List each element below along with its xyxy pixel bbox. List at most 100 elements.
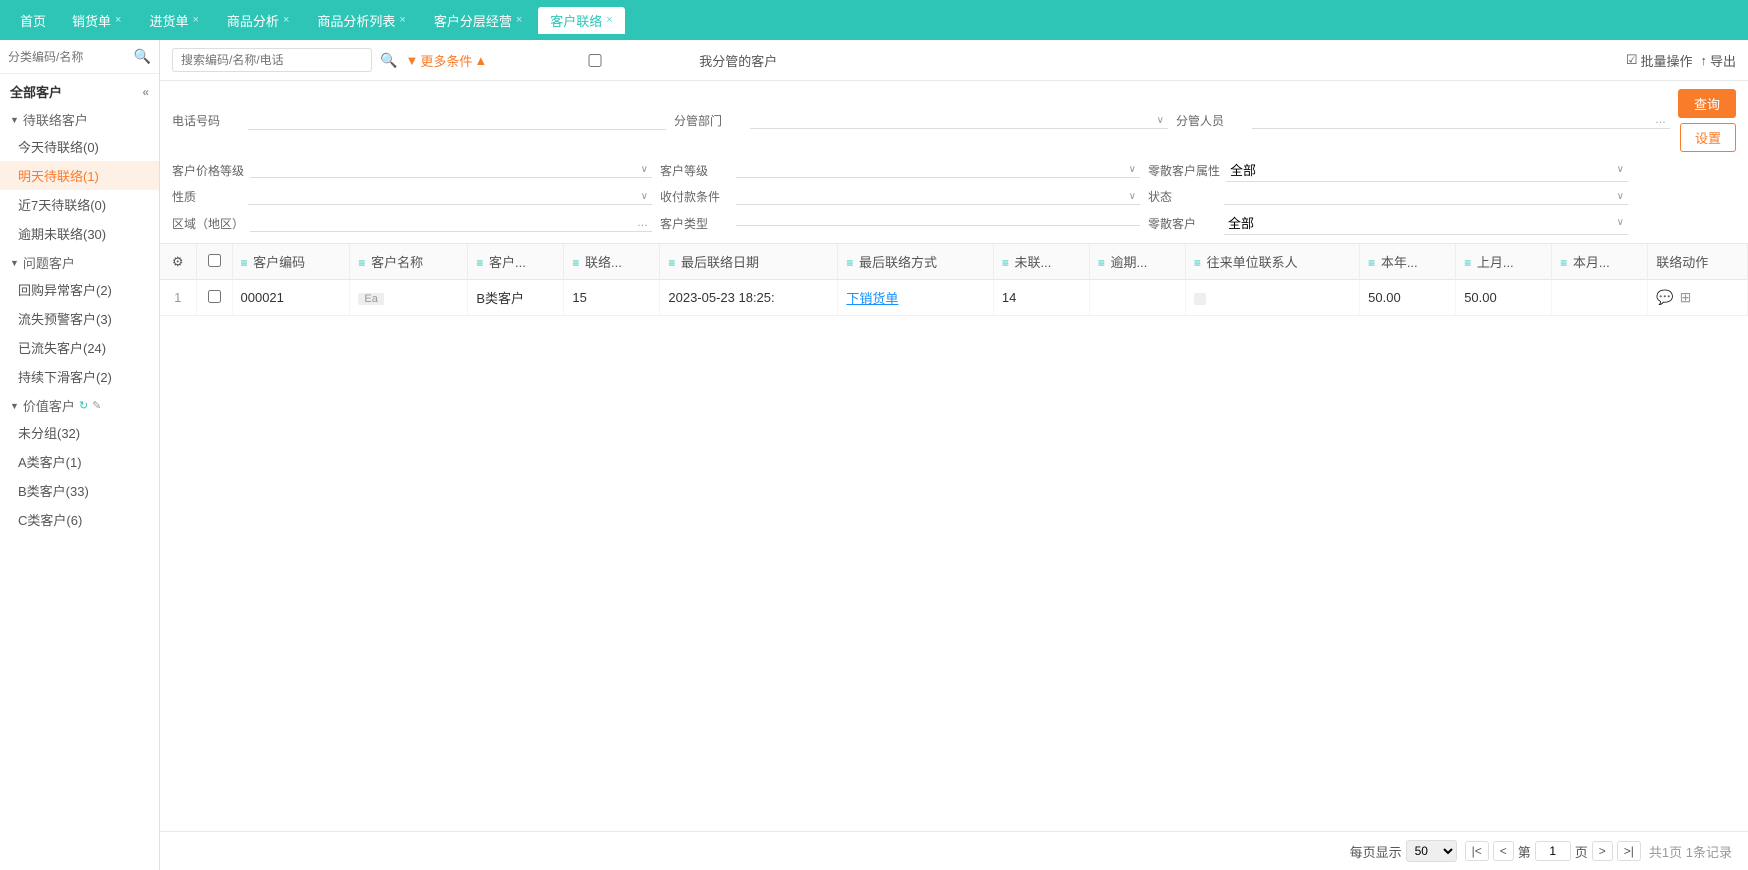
chevron-down-icon: ∨: [1617, 164, 1624, 175]
more-icon: …: [1655, 114, 1666, 126]
group-pending-contact: ▼ 待联络客户: [0, 105, 159, 132]
th-customer-type[interactable]: ≡ 客户...: [468, 244, 564, 280]
last-page-button[interactable]: >|: [1617, 841, 1641, 861]
filter-area: 区域（地区） …: [172, 215, 652, 232]
th-uncontacted[interactable]: ≡ 未联...: [993, 244, 1089, 280]
customer-price-select[interactable]: ∨: [250, 162, 652, 178]
payment-select[interactable]: ∨: [736, 189, 1140, 205]
next-page-button[interactable]: >: [1592, 841, 1613, 861]
batch-operation-button[interactable]: ☑ 批量操作: [1626, 51, 1693, 70]
refresh-icon[interactable]: ↻: [79, 399, 88, 412]
sidebar-item-class-c[interactable]: C类客户(6): [0, 505, 159, 534]
dept-select[interactable]: ∨: [750, 113, 1168, 129]
my-customer-checkbox[interactable]: 我分管的客户: [495, 51, 777, 70]
nav-item-product-analysis-list[interactable]: 商品分析列表 ×: [305, 7, 417, 34]
chevron-down-icon: ∨: [1617, 217, 1624, 228]
filter-actions: 查询 设置: [1678, 89, 1736, 152]
export-button[interactable]: ↑ 导出: [1700, 51, 1736, 70]
th-contact-person[interactable]: ≡ 往来单位联系人: [1185, 244, 1359, 280]
th-customer-code[interactable]: ≡ 客户编码: [232, 244, 350, 280]
nav-home[interactable]: 首页: [10, 7, 56, 34]
th-last-contact-method[interactable]: ≡ 最后联络方式: [838, 244, 993, 280]
filter-phone: 电话号码: [172, 111, 666, 130]
nav-item-customer-contact[interactable]: 客户联络 ×: [538, 7, 624, 34]
filter-nature: 性质 ∨: [172, 188, 652, 205]
th-customer-name[interactable]: ≡ 客户名称: [350, 244, 468, 280]
query-button[interactable]: 查询: [1678, 89, 1736, 118]
nav-item-purchase[interactable]: 进货单 ×: [137, 7, 210, 34]
sidebar-item-churn-warning[interactable]: 流失预警客户(3): [0, 304, 159, 333]
retail-customer-select[interactable]: 全部 ∨: [1224, 211, 1628, 235]
nature-select[interactable]: ∨: [248, 189, 652, 205]
my-customer-checkbox-input[interactable]: [495, 54, 695, 67]
first-page-button[interactable]: |<: [1465, 841, 1489, 861]
th-last-month[interactable]: ≡ 上月...: [1456, 244, 1552, 280]
row-checkbox[interactable]: [208, 290, 221, 303]
chevron-down-icon: ∨: [641, 191, 648, 202]
page-size-select[interactable]: 50 100 200: [1406, 840, 1457, 862]
close-icon[interactable]: ×: [516, 14, 522, 26]
filter-dept: 分管部门 ∨: [674, 112, 1168, 129]
status-select[interactable]: ∨: [1224, 189, 1628, 205]
filter-person: 分管人员 …: [1176, 112, 1670, 129]
close-icon[interactable]: ×: [606, 14, 612, 26]
phone-input[interactable]: [248, 111, 666, 130]
th-last-contact-date[interactable]: ≡ 最后联络日期: [660, 244, 838, 280]
search-input[interactable]: [172, 48, 372, 72]
all-customers-header[interactable]: 全部客户 «: [0, 74, 159, 105]
setting-button[interactable]: 设置: [1680, 123, 1736, 152]
sidebar-item-today-contact[interactable]: 今天待联络(0): [0, 132, 159, 161]
edit-icon[interactable]: ✎: [92, 399, 101, 412]
nav-item-customer-segmentation[interactable]: 客户分层经营 ×: [422, 7, 534, 34]
search-button[interactable]: 🔍: [380, 52, 397, 69]
chevron-down-icon: ∨: [641, 164, 648, 175]
sidebar-item-declining[interactable]: 持续下滑客户(2): [0, 362, 159, 391]
customer-type-select[interactable]: [736, 221, 1140, 226]
person-select[interactable]: …: [1252, 112, 1670, 129]
td-last-contact-method[interactable]: 下销货单: [838, 280, 993, 316]
sidebar-search-input[interactable]: [8, 50, 130, 64]
close-icon[interactable]: ×: [283, 14, 289, 26]
th-this-year[interactable]: ≡ 本年...: [1360, 244, 1456, 280]
action-icons: 💬 ⊞: [1656, 289, 1739, 306]
nav-item-sales[interactable]: 销货单 ×: [60, 7, 133, 34]
td-contact-person: [1185, 280, 1359, 316]
customer-level-select[interactable]: ∨: [736, 162, 1140, 178]
td-customer-code: 000021: [232, 280, 350, 316]
search-bar: 🔍 ▼ 更多条件 ▲ 我分管的客户 ☑ 批量操作 ↑ 导出: [160, 40, 1748, 81]
main-layout: 🔍 全部客户 « ▼ 待联络客户 今天待联络(0) 明天待联络(1) 近7天待联…: [0, 40, 1748, 870]
sidebar-item-churned[interactable]: 已流失客户(24): [0, 333, 159, 362]
th-overdue[interactable]: ≡ 逾期...: [1089, 244, 1185, 280]
filter-row-4: 区域（地区） … 客户类型 零散客户 全部 ∨: [172, 211, 1736, 235]
sidebar-item-overdue-contact[interactable]: 逾期未联络(30): [0, 219, 159, 248]
sidebar-item-class-a[interactable]: A类客户(1): [0, 447, 159, 476]
th-checkbox[interactable]: [196, 244, 232, 280]
nav-item-product-analysis[interactable]: 商品分析 ×: [215, 7, 301, 34]
filter-payment: 收付款条件 ∨: [660, 188, 1140, 205]
retail-attr-select[interactable]: 全部 ∨: [1226, 158, 1628, 182]
filter-retail-customer: 零散客户 全部 ∨: [1148, 211, 1628, 235]
sidebar-item-7day-contact[interactable]: 近7天待联络(0): [0, 190, 159, 219]
more-icon: …: [637, 217, 648, 229]
message-icon[interactable]: 💬: [1656, 289, 1673, 306]
prev-page-button[interactable]: <: [1493, 841, 1514, 861]
settings-icon[interactable]: ⚙: [172, 254, 184, 269]
sidebar-item-class-b[interactable]: B类客户(33): [0, 476, 159, 505]
close-icon[interactable]: ×: [399, 14, 405, 26]
more-filter-button[interactable]: ▼ 更多条件 ▲: [405, 51, 487, 70]
td-last-contact-date: 2023-05-23 18:25:: [660, 280, 838, 316]
sidebar-item-tomorrow-contact[interactable]: 明天待联络(1): [0, 161, 159, 190]
sidebar-item-repurchase-abnormal[interactable]: 回购异常客户(2): [0, 275, 159, 304]
th-settings[interactable]: ⚙: [160, 244, 196, 280]
grid-icon[interactable]: ⊞: [1680, 289, 1692, 306]
th-contact-count[interactable]: ≡ 联络...: [564, 244, 660, 280]
sidebar-item-ungrouped[interactable]: 未分组(32): [0, 418, 159, 447]
page-number-input[interactable]: [1535, 841, 1571, 861]
close-icon[interactable]: ×: [115, 14, 121, 26]
close-icon[interactable]: ×: [192, 14, 198, 26]
th-this-month[interactable]: ≡ 本月...: [1552, 244, 1648, 280]
search-icon[interactable]: 🔍: [134, 48, 151, 65]
select-all-checkbox[interactable]: [208, 254, 221, 267]
area-select[interactable]: …: [250, 215, 652, 232]
td-checkbox[interactable]: [196, 280, 232, 316]
